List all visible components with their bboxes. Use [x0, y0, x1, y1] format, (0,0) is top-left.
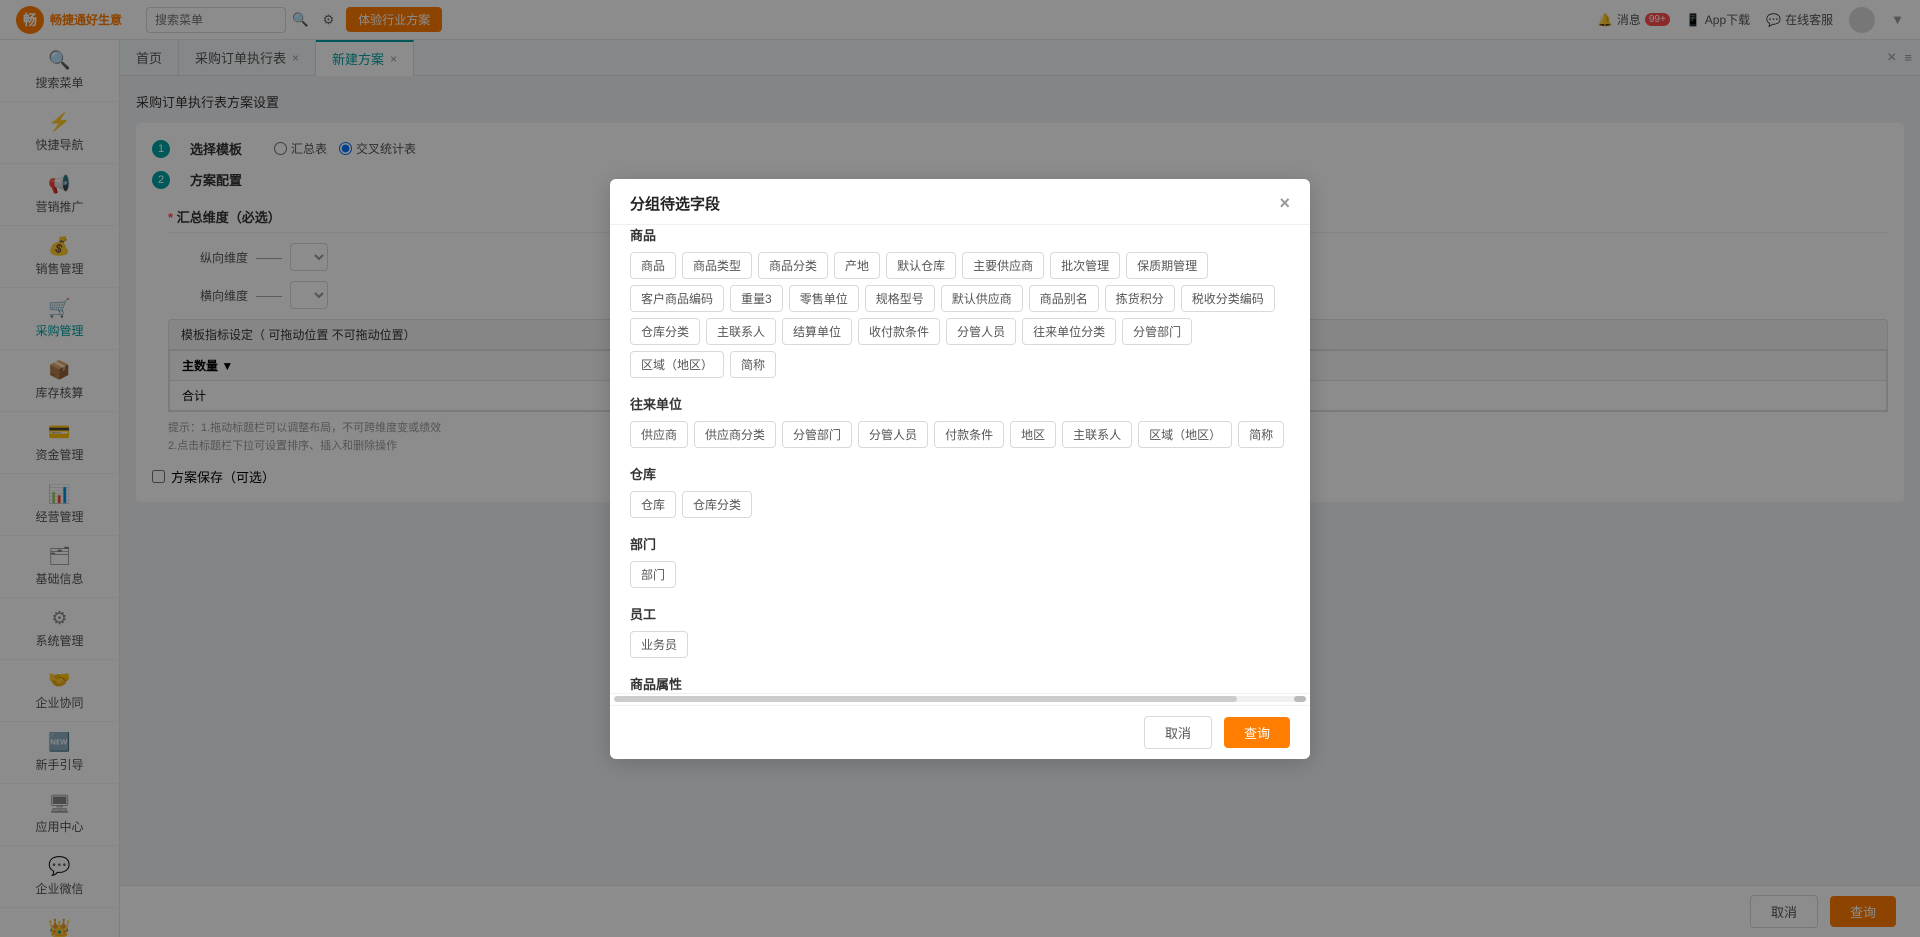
field-select-modal: 分组待选字段 × 商品商品商品类型商品分类产地默认仓库主要供应商批次管理保质期管…	[610, 179, 1310, 759]
modal-confirm-button[interactable]: 查询	[1224, 717, 1290, 748]
field-tag-0-10[interactable]: 零售单位	[789, 285, 859, 312]
field-tag-0-16[interactable]: 仓库分类	[630, 318, 700, 345]
field-group-2: 仓库仓库仓库分类	[630, 464, 1290, 518]
field-tag-0-8[interactable]: 客户商品编码	[630, 285, 724, 312]
field-tags-3: 部门	[630, 561, 1290, 588]
field-tag-0-22[interactable]: 分管部门	[1122, 318, 1192, 345]
field-group-0: 商品商品商品类型商品分类产地默认仓库主要供应商批次管理保质期管理客户商品编码重量…	[630, 225, 1290, 378]
field-group-title-3: 部门	[630, 534, 1290, 553]
field-group-3: 部门部门	[630, 534, 1290, 588]
field-tags-2: 仓库仓库分类	[630, 491, 1290, 518]
field-tag-0-0[interactable]: 商品	[630, 252, 676, 279]
field-tag-1-6[interactable]: 主联系人	[1062, 421, 1132, 448]
field-tag-0-18[interactable]: 结算单位	[782, 318, 852, 345]
field-tag-0-20[interactable]: 分管人员	[946, 318, 1016, 345]
field-tag-1-1[interactable]: 供应商分类	[694, 421, 776, 448]
field-tag-1-2[interactable]: 分管部门	[782, 421, 852, 448]
field-tag-3-0[interactable]: 部门	[630, 561, 676, 588]
field-tag-0-12[interactable]: 默认供应商	[941, 285, 1023, 312]
field-group-1: 往来单位供应商供应商分类分管部门分管人员付款条件地区主联系人区域（地区）简称	[630, 394, 1290, 448]
field-group-5: 商品属性属性颜色多规格尺码鞋码1	[630, 674, 1290, 693]
field-tag-2-1[interactable]: 仓库分类	[682, 491, 752, 518]
field-tag-1-3[interactable]: 分管人员	[858, 421, 928, 448]
modal-title: 分组待选字段	[630, 193, 720, 214]
modal-footer: 取消 查询	[610, 705, 1310, 759]
field-group-title-5: 商品属性	[630, 674, 1290, 693]
field-tag-0-19[interactable]: 收付款条件	[858, 318, 940, 345]
field-group-title-0: 商品	[630, 225, 1290, 244]
field-tag-0-3[interactable]: 产地	[834, 252, 880, 279]
field-tag-0-4[interactable]: 默认仓库	[886, 252, 956, 279]
field-tag-2-0[interactable]: 仓库	[630, 491, 676, 518]
field-group-title-4: 员工	[630, 604, 1290, 623]
field-group-4: 员工业务员	[630, 604, 1290, 658]
field-tag-1-7[interactable]: 区域（地区）	[1138, 421, 1232, 448]
field-tag-0-15[interactable]: 税收分类编码	[1181, 285, 1275, 312]
field-group-title-1: 往来单位	[630, 394, 1290, 413]
field-tag-0-14[interactable]: 拣货积分	[1105, 285, 1175, 312]
modal-overlay: 分组待选字段 × 商品商品商品类型商品分类产地默认仓库主要供应商批次管理保质期管…	[0, 0, 1920, 937]
modal-close-button[interactable]: ×	[1279, 193, 1290, 214]
modal-cancel-button[interactable]: 取消	[1144, 716, 1212, 749]
field-tag-1-8[interactable]: 简称	[1238, 421, 1284, 448]
field-tag-0-5[interactable]: 主要供应商	[962, 252, 1044, 279]
field-tag-0-9[interactable]: 重量3	[730, 285, 783, 312]
field-tag-0-17[interactable]: 主联系人	[706, 318, 776, 345]
field-tag-0-2[interactable]: 商品分类	[758, 252, 828, 279]
field-tag-1-0[interactable]: 供应商	[630, 421, 688, 448]
field-tag-0-13[interactable]: 商品别名	[1029, 285, 1099, 312]
field-tag-0-23[interactable]: 区域（地区）	[630, 351, 724, 378]
modal-header: 分组待选字段 ×	[610, 179, 1310, 225]
field-tag-0-1[interactable]: 商品类型	[682, 252, 752, 279]
field-tags-1: 供应商供应商分类分管部门分管人员付款条件地区主联系人区域（地区）简称	[630, 421, 1290, 448]
field-tags-0: 商品商品类型商品分类产地默认仓库主要供应商批次管理保质期管理客户商品编码重量3零…	[630, 252, 1290, 378]
modal-horizontal-scrollbar[interactable]	[610, 693, 1310, 705]
field-tag-0-7[interactable]: 保质期管理	[1126, 252, 1208, 279]
field-tag-0-11[interactable]: 规格型号	[865, 285, 935, 312]
field-tag-1-5[interactable]: 地区	[1010, 421, 1056, 448]
field-tag-0-21[interactable]: 往来单位分类	[1022, 318, 1116, 345]
field-tag-0-6[interactable]: 批次管理	[1050, 252, 1120, 279]
field-group-title-2: 仓库	[630, 464, 1290, 483]
modal-body: 商品商品商品类型商品分类产地默认仓库主要供应商批次管理保质期管理客户商品编码重量…	[610, 225, 1310, 693]
field-tag-1-4[interactable]: 付款条件	[934, 421, 1004, 448]
field-tag-0-24[interactable]: 简称	[730, 351, 776, 378]
field-tag-4-0[interactable]: 业务员	[630, 631, 688, 658]
field-tags-4: 业务员	[630, 631, 1290, 658]
